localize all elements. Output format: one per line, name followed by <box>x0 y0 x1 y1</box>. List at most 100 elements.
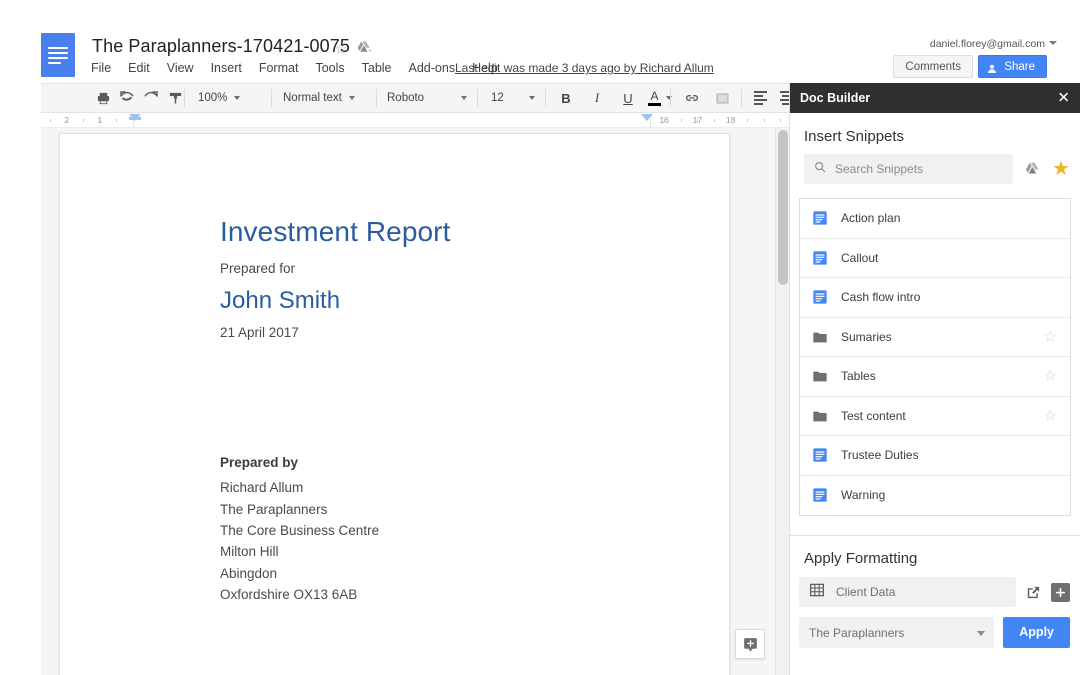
snippet-label: Callout <box>841 251 878 265</box>
snippet-label: Test content <box>841 409 906 423</box>
add-comment-button[interactable] <box>735 629 765 659</box>
menu-item-format[interactable]: Format <box>259 61 299 75</box>
text-color-button[interactable]: A <box>648 91 672 106</box>
text-color-swatch <box>648 103 661 106</box>
prepared-for-label: Prepared for <box>220 260 670 278</box>
ruler-tick <box>83 119 84 122</box>
prepared-by-line: Richard Allum <box>220 477 650 498</box>
share-button[interactable]: Share <box>978 55 1047 78</box>
insert-link-icon[interactable] <box>680 86 704 110</box>
paragraph-style-dropdown[interactable]: Normal text <box>281 87 357 109</box>
document-scrollbar-thumb[interactable] <box>778 130 788 285</box>
document-scrollbar[interactable] <box>775 128 789 675</box>
prepared-by-block: Prepared by Richard Allum The Paraplanne… <box>220 452 650 605</box>
font-size-dropdown[interactable]: 12 <box>489 87 537 109</box>
google-drive-icon[interactable] <box>1023 160 1042 178</box>
document-ruler[interactable]: 21123456789101112131415161718 <box>41 113 789 128</box>
svg-text:+: + <box>368 48 372 55</box>
document-page[interactable]: Investment Report Prepared for John Smit… <box>59 133 730 675</box>
undo-icon[interactable] <box>115 86 139 110</box>
close-icon[interactable]: ✕ <box>1057 91 1070 106</box>
snippet-star-icon[interactable]: ☆ <box>1044 369 1057 384</box>
left-indent-marker[interactable] <box>129 114 141 121</box>
snippet-item[interactable]: Trustee Duties <box>800 436 1070 476</box>
text-color-label: A <box>650 91 658 102</box>
menu-item-tools[interactable]: Tools <box>315 61 344 75</box>
snippet-item[interactable]: Tables☆ <box>800 357 1070 397</box>
snippet-label: Trustee Duties <box>841 448 919 462</box>
document-title[interactable]: The Paraplanners-170421-0075 <box>92 36 350 57</box>
ruler-tick <box>780 119 781 122</box>
snippet-item[interactable]: Action plan <box>800 199 1070 239</box>
menu-item-edit[interactable]: Edit <box>128 61 150 75</box>
ruler-tick <box>747 119 748 122</box>
snippet-star-icon[interactable]: ☆ <box>1044 408 1057 423</box>
snippet-search-row: Search Snippets ★ <box>790 154 1080 184</box>
ruler-tick <box>50 119 51 122</box>
search-input[interactable]: Search Snippets <box>804 154 1013 184</box>
ruler-tick <box>697 119 698 122</box>
insert-image-icon[interactable] <box>710 86 734 110</box>
snippet-label: Warning <box>841 488 885 502</box>
star-icon[interactable]: ☆ <box>334 40 347 58</box>
right-indent-marker[interactable] <box>641 114 653 121</box>
zoom-level-dropdown[interactable]: 100% <box>196 87 242 109</box>
document-icon <box>812 487 828 503</box>
insert-snippets-title: Insert Snippets <box>790 113 1080 154</box>
document-icon <box>812 250 828 266</box>
last-edit-link[interactable]: Last edit was made 3 days ago by Richard… <box>455 61 714 75</box>
menu-item-addons[interactable]: Add-ons <box>409 61 456 75</box>
sidebar-title: Doc Builder <box>800 91 870 105</box>
folder-icon <box>812 368 828 384</box>
google-docs-logo-icon[interactable] <box>41 33 75 77</box>
source-select[interactable]: The Paraplanners <box>799 617 994 648</box>
underline-button[interactable]: U <box>617 91 639 106</box>
apply-button[interactable]: Apply <box>1003 617 1070 648</box>
prepared-by-line: The Paraplanners <box>220 499 650 520</box>
menu-item-view[interactable]: View <box>167 61 194 75</box>
chevron-down-icon[interactable] <box>1049 41 1057 45</box>
snippet-label: Cash flow intro <box>841 290 920 304</box>
menu-item-insert[interactable]: Insert <box>211 61 242 75</box>
client-name: John Smith <box>220 287 670 315</box>
print-icon[interactable] <box>91 86 115 110</box>
person-icon <box>986 61 998 73</box>
account-email[interactable]: daniel.florey@gmail.com <box>930 38 1045 50</box>
menu-item-table[interactable]: Table <box>362 61 392 75</box>
client-data-field[interactable]: Client Data <box>799 577 1016 607</box>
share-button-label: Share <box>1004 61 1035 73</box>
folder-icon <box>812 329 828 345</box>
add-data-source-button[interactable] <box>1051 583 1070 602</box>
chevron-down-icon <box>349 96 355 100</box>
document-icon <box>812 447 828 463</box>
prepared-by-line: Abingdon <box>220 563 650 584</box>
favorites-star-icon[interactable]: ★ <box>1052 159 1070 179</box>
snippet-item[interactable]: Callout <box>800 239 1070 279</box>
move-to-drive-icon[interactable]: + <box>355 39 373 56</box>
bold-button[interactable]: B <box>555 91 577 106</box>
menu-bar: File Edit View Insert Format Tools Table… <box>91 61 498 75</box>
doc-builder-sidebar: Doc Builder ✕ Insert Snippets Search Sni… <box>789 83 1080 675</box>
snippet-label: Action plan <box>841 211 900 225</box>
redo-icon[interactable] <box>139 86 163 110</box>
menu-item-file[interactable]: File <box>91 61 111 75</box>
document-canvas[interactable]: Investment Report Prepared for John Smit… <box>41 128 789 675</box>
report-title: Investment Report <box>220 216 670 248</box>
prepared-by-heading: Prepared by <box>220 452 650 473</box>
font-size-value: 12 <box>491 92 504 104</box>
snippet-item[interactable]: Test content ☆ <box>800 397 1070 437</box>
open-external-button[interactable] <box>1024 583 1043 602</box>
snippet-item[interactable]: Sumaries☆ <box>800 318 1070 358</box>
source-select-value: The Paraplanners <box>809 626 904 640</box>
ruler-tick <box>116 119 117 122</box>
comments-button[interactable]: Comments <box>893 55 973 78</box>
font-family-dropdown[interactable]: Roboto <box>385 87 469 109</box>
align-left-button[interactable] <box>749 87 771 109</box>
snippet-item[interactable]: Cash flow intro <box>800 278 1070 318</box>
chevron-down-icon <box>234 96 240 100</box>
snippet-item[interactable]: Warning <box>800 476 1070 516</box>
paragraph-style-value: Normal text <box>283 92 342 104</box>
italic-button[interactable]: I <box>586 90 608 106</box>
snippet-star-icon[interactable]: ☆ <box>1044 329 1057 344</box>
document-icon <box>812 289 828 305</box>
